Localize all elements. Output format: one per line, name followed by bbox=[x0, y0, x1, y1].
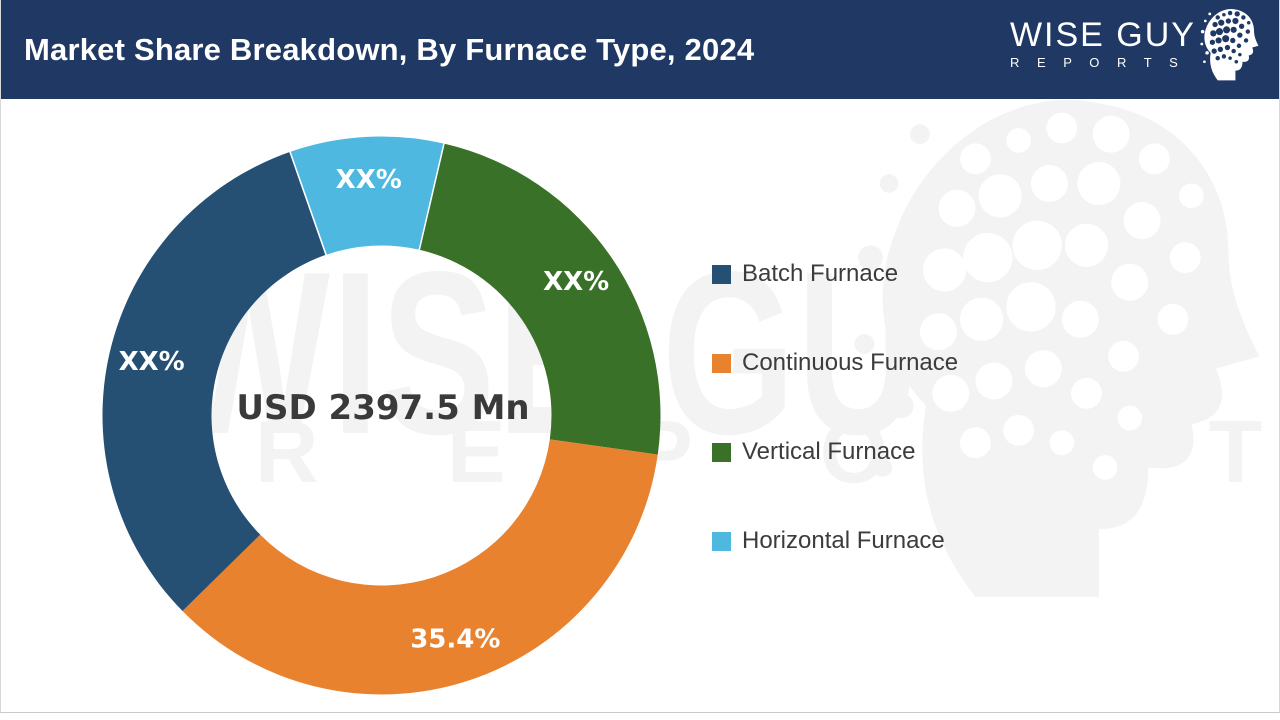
header-bar: Market Share Breakdown, By Furnace Type,… bbox=[0, 0, 1280, 99]
page-title: Market Share Breakdown, By Furnace Type,… bbox=[24, 31, 755, 67]
logo-head-icon bbox=[1200, 6, 1262, 82]
wise-guy-reports-logo: WISE GUY R E P O R T S bbox=[1010, 6, 1262, 82]
segment-value-label-continuous-furnace: 35.4% bbox=[410, 625, 500, 655]
legend-item-continuous-furnace: Continuous Furnace bbox=[712, 349, 958, 377]
segment-value-label-vertical-furnace: XX% bbox=[543, 267, 609, 297]
segment-value-label-batch-furnace: XX% bbox=[119, 347, 185, 377]
legend-item-horizontal-furnace: Horizontal Furnace bbox=[712, 527, 958, 555]
donut-chart: XX% XX% 35.4% XX% bbox=[102, 136, 661, 695]
legend-item-batch-furnace: Batch Furnace bbox=[712, 260, 958, 288]
chart-center-value: USD 2397.5 Mn bbox=[236, 388, 530, 428]
legend-swatch bbox=[712, 264, 731, 284]
logo-wordmark: WISE GUY bbox=[1009, 15, 1196, 54]
legend-label: Horizontal Furnace bbox=[742, 527, 945, 554]
chart-legend: Batch Furnace Continuous Furnace Vertica… bbox=[712, 260, 958, 616]
legend-swatch bbox=[712, 442, 731, 462]
logo-subtitle: R E P O R T S bbox=[1009, 55, 1185, 71]
legend-item-vertical-furnace: Vertical Furnace bbox=[712, 438, 958, 466]
legend-label: Continuous Furnace bbox=[742, 349, 959, 376]
logo-text: WISE GUY R E P O R T S bbox=[1009, 15, 1196, 71]
donut-segment-batch-furnace bbox=[102, 152, 326, 612]
legend-swatch bbox=[712, 531, 731, 551]
legend-label: Batch Furnace bbox=[742, 260, 899, 287]
segment-value-label-horizontal-furnace: XX% bbox=[336, 165, 402, 195]
donut-segment-continuous-furnace bbox=[182, 439, 658, 695]
legend-swatch bbox=[712, 353, 731, 373]
legend-label: Vertical Furnace bbox=[742, 438, 916, 465]
